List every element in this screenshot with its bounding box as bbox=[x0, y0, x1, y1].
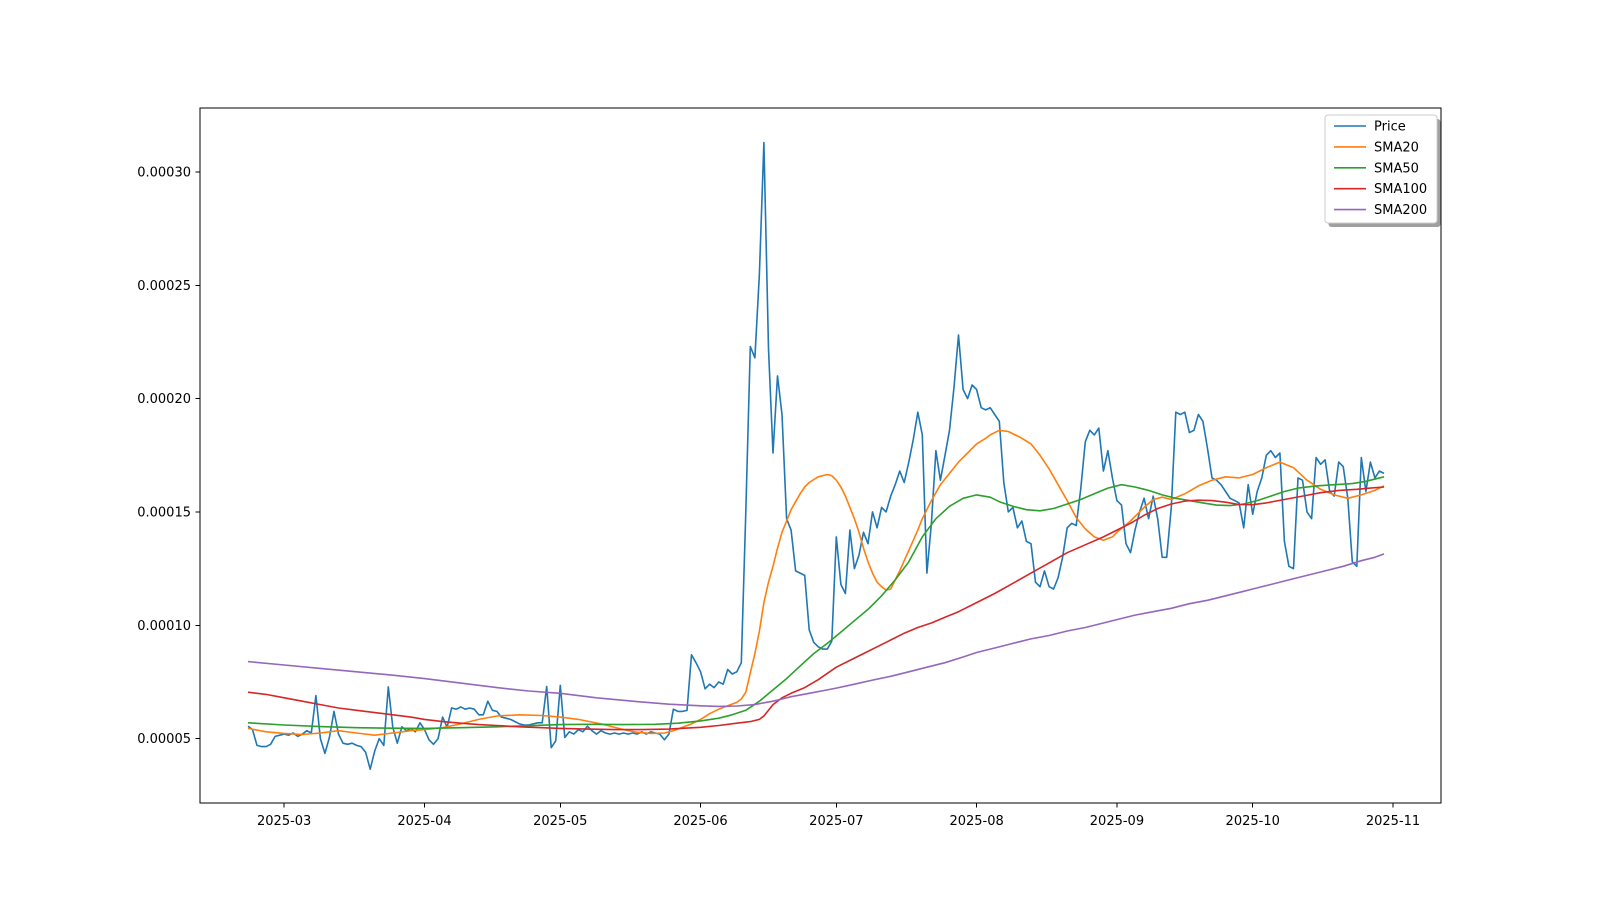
y-tick-label: 0.00005 bbox=[137, 732, 191, 747]
y-tick-label: 0.00020 bbox=[137, 392, 191, 407]
x-tick-label: 2025-09 bbox=[1090, 814, 1144, 829]
legend-label-sma50: SMA50 bbox=[1374, 161, 1419, 176]
x-tick-label: 2025-06 bbox=[673, 814, 727, 829]
y-tick-label: 0.00010 bbox=[137, 619, 191, 634]
x-tick-label: 2025-04 bbox=[397, 814, 451, 829]
x-tick-label: 2025-11 bbox=[1366, 814, 1420, 829]
x-tick-label: 2025-08 bbox=[949, 814, 1003, 829]
legend-label-price: Price bbox=[1374, 120, 1406, 135]
legend-label-sma200: SMA200 bbox=[1374, 203, 1427, 218]
x-tick-label: 2025-03 bbox=[257, 814, 311, 829]
figure-canvas: 2025-03 2025-04 2025-05 2025-06 2025-07 2025-… bbox=[0, 0, 1600, 900]
y-tick-label: 0.00015 bbox=[137, 505, 191, 520]
y-tick-label: 0.00025 bbox=[137, 279, 191, 294]
x-tick-label: 2025-05 bbox=[533, 814, 587, 829]
x-tick-label: 2025-07 bbox=[809, 814, 863, 829]
x-tick-label: 2025-10 bbox=[1226, 814, 1280, 829]
legend-label-sma20: SMA20 bbox=[1374, 140, 1419, 155]
legend-label-sma100: SMA100 bbox=[1374, 182, 1427, 197]
price-sma-line-chart: 2025-03 2025-04 2025-05 2025-06 2025-07 2025-… bbox=[0, 0, 1600, 900]
y-tick-label: 0.00030 bbox=[137, 165, 191, 180]
legend: Price SMA20 SMA50 SMA100 SMA200 bbox=[1324, 114, 1441, 227]
